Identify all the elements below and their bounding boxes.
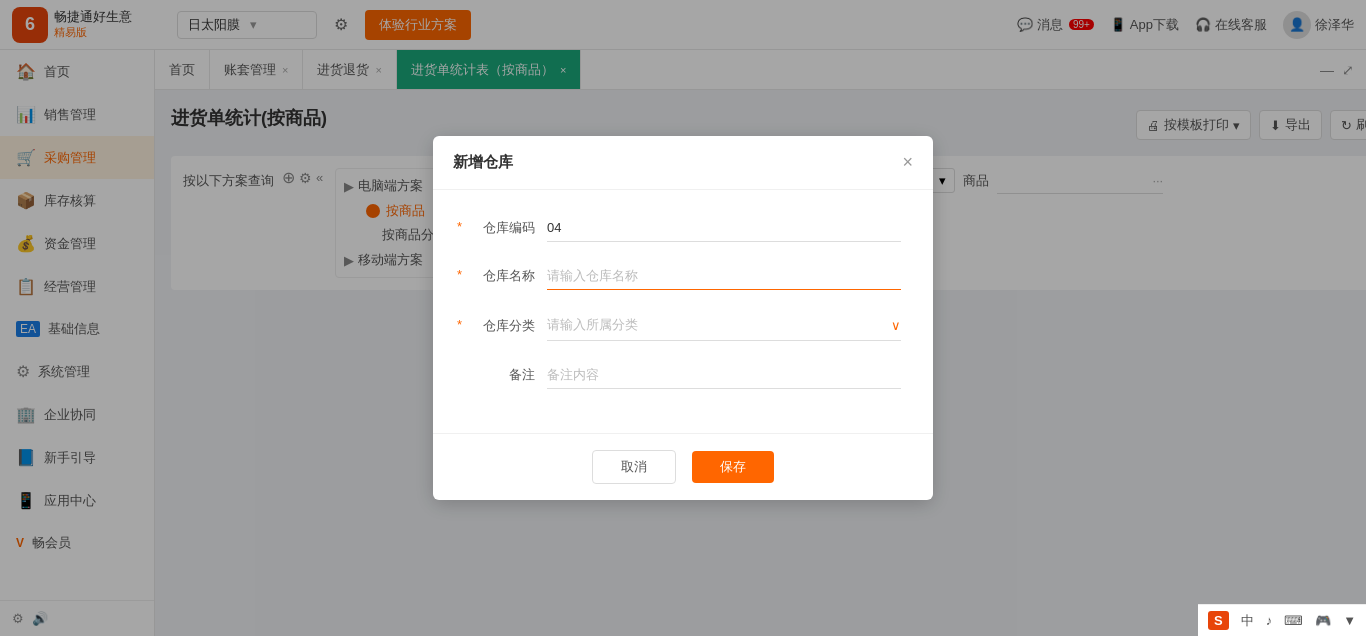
modal-overlay: 新增仓库 × 仓库编码 仓库名称 仓库分类 请输入所属分类 ∨ 备注 bbox=[0, 0, 1366, 356]
modal-title: 新增仓库 bbox=[453, 153, 513, 172]
modal-header: 新增仓库 × bbox=[433, 136, 933, 190]
new-warehouse-modal: 新增仓库 × 仓库编码 仓库名称 仓库分类 请输入所属分类 ∨ 备注 bbox=[433, 136, 933, 356]
warehouse-category-select[interactable]: 请输入所属分类 ∨ bbox=[547, 310, 901, 341]
warehouse-code-row: 仓库编码 bbox=[465, 214, 901, 242]
category-placeholder: 请输入所属分类 bbox=[547, 316, 638, 334]
modal-close-button[interactable]: × bbox=[902, 152, 913, 173]
warehouse-category-label: 仓库分类 bbox=[465, 317, 535, 335]
warehouse-code-label: 仓库编码 bbox=[465, 219, 535, 237]
warehouse-name-row: 仓库名称 bbox=[465, 262, 901, 290]
chevron-down-icon: ∨ bbox=[891, 318, 901, 333]
warehouse-name-label: 仓库名称 bbox=[465, 267, 535, 285]
warehouse-code-input[interactable] bbox=[547, 214, 901, 242]
warehouse-name-input[interactable] bbox=[547, 262, 901, 290]
modal-body: 仓库编码 仓库名称 仓库分类 请输入所属分类 ∨ 备注 bbox=[433, 190, 933, 356]
warehouse-category-row: 仓库分类 请输入所属分类 ∨ bbox=[465, 310, 901, 341]
